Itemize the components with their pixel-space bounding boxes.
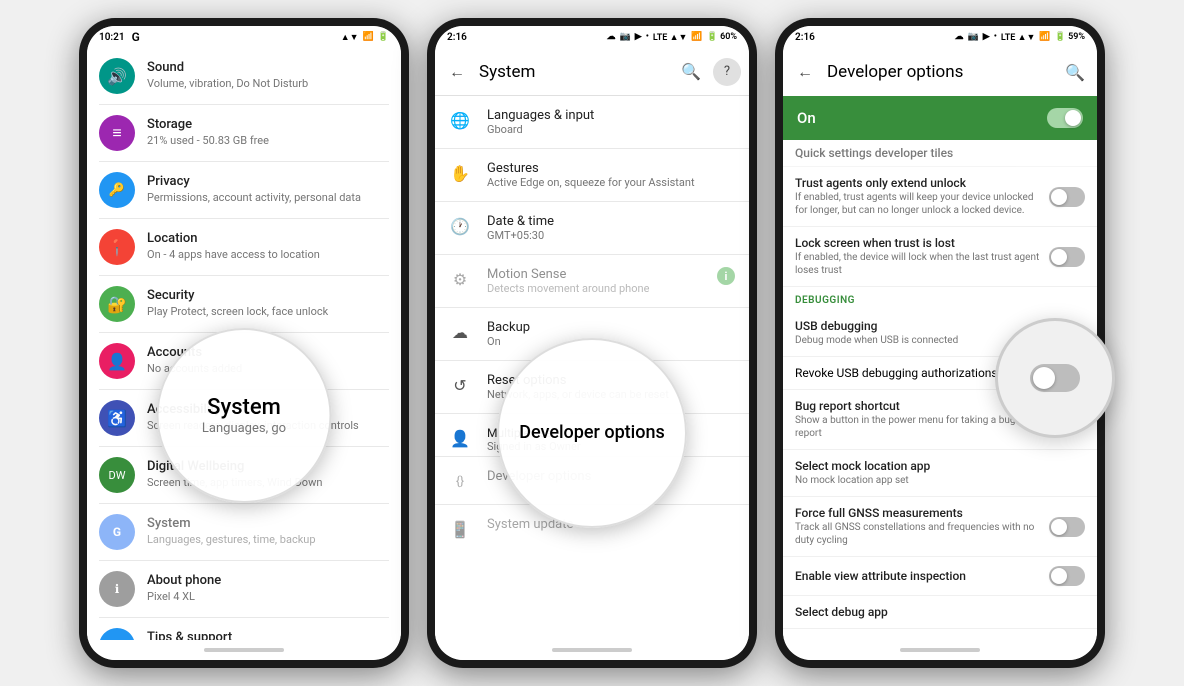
motion-sense-icon: ⚙ [449,268,471,290]
setting-privacy[interactable]: 🔑 Privacy Permissions, account activity,… [87,162,401,218]
dev-item-debug-app[interactable]: Select debug app [783,596,1097,629]
nav-pill-3 [900,648,980,652]
phone-3: 2:16 ☁ 📷 ▶ • LTE ▲▼ 📶 🔋 59% ← Developer … [775,18,1105,668]
phone-2-nav [435,640,749,660]
status-time-2: 2:16 [447,32,467,43]
about-icon: ℹ [99,571,135,607]
dev-on-toggle[interactable] [1047,108,1083,128]
setting-system[interactable]: G System Languages, gestures, time, back… [87,504,401,560]
privacy-icon: 🔑 [99,172,135,208]
search-button-2[interactable]: 🔍 [677,58,705,86]
phone-1-nav [87,640,401,660]
ph2-gestures[interactable]: ✋ Gestures Active Edge on, squeeze for y… [435,149,749,201]
dev-on-label: On [797,109,816,127]
accessibility-icon: ♿ [99,400,135,436]
security-icon: 🔐 [99,286,135,322]
status-icons-1: ▲▼ 📶 🔋 [341,32,389,43]
dev-item-lock-screen-trust[interactable]: Lock screen when trust is lost If enable… [783,227,1097,287]
search-button-3[interactable]: 🔍 [1061,58,1089,86]
ph2-languages[interactable]: 🌐 Languages & input Gboard [435,96,749,148]
usb-toggle-circle-overlay [995,318,1115,438]
circle-title-1: System [207,395,281,421]
users-icon: 👤 [449,427,471,449]
gnss-toggle[interactable] [1049,517,1085,537]
system-circle-overlay: System Languages, go [157,328,332,503]
help-button-2[interactable]: ? [713,58,741,86]
google-logo: G [132,30,140,44]
setting-security[interactable]: 🔐 Security Play Protect, screen lock, fa… [87,276,401,332]
back-button-3[interactable]: ← [791,58,819,86]
circle-title-2: Developer options [509,422,675,444]
location-icon: 📍 [99,229,135,265]
setting-sound[interactable]: 🔊 Sound Volume, vibration, Do Not Distur… [87,48,401,104]
setting-tips[interactable]: ? Tips & support Help articles, phone & … [87,618,401,640]
backup-icon: ☁ [449,321,471,343]
info-badge: i [717,267,735,285]
reset-icon: ↺ [449,374,471,396]
usb-toggle-in-circle[interactable] [1030,364,1080,392]
lock-screen-trust-toggle[interactable] [1049,247,1085,267]
tips-icon: ? [99,628,135,640]
status-icons-2: ☁ 📷 ▶ • LTE ▲▼ 📶 🔋 60% [607,32,737,43]
developer-options-circle-overlay: Developer options [497,338,687,528]
dev-options-icon: {} [449,470,471,492]
back-button-2[interactable]: ← [443,58,471,86]
circle-subtitle-1: Languages, go [202,421,286,436]
phone-3-status-bar: 2:16 ☁ 📷 ▶ • LTE ▲▼ 📶 🔋 59% [783,26,1097,48]
setting-about-phone[interactable]: ℹ About phone Pixel 4 XL [87,561,401,617]
accounts-icon: 👤 [99,343,135,379]
datetime-icon: 🕐 [449,215,471,237]
nav-pill-2 [552,648,632,652]
setting-storage[interactable]: ≡ Storage 21% used - 50.83 GB free [87,105,401,161]
languages-icon: 🌐 [449,109,471,131]
ph2-motion-sense[interactable]: ⚙ Motion Sense Detects movement around p… [435,255,749,307]
dev-on-bar: On [783,96,1097,140]
dev-item-gnss[interactable]: Force full GNSS measurements Track all G… [783,497,1097,557]
dev-item-trust-agents[interactable]: Trust agents only extend unlock If enabl… [783,167,1097,227]
sound-icon: 🔊 [99,58,135,94]
topbar-title-2: System [479,62,669,82]
debugging-section-label: DEBUGGING [783,287,1097,310]
phone-2: 2:16 ☁ 📷 ▶ • LTE ▲▼ 📶 🔋 60% ← System 🔍 ? [427,18,757,668]
phone-2-topbar: ← System 🔍 ? [435,48,749,96]
dev-item-mock-location[interactable]: Select mock location app No mock locatio… [783,450,1097,497]
phone-2-status-bar: 2:16 ☁ 📷 ▶ • LTE ▲▼ 📶 🔋 60% [435,26,749,48]
toggle-thumb-on [1065,110,1081,126]
ph2-datetime[interactable]: 🕐 Date & time GMT+05:30 [435,202,749,254]
phone-1-status-bar: 10:21 G ▲▼ 📶 🔋 [87,26,401,48]
setting-location[interactable]: 📍 Location On - 4 apps have access to lo… [87,219,401,275]
system-update-icon: 📱 [449,518,471,540]
status-time-3: 2:16 [795,32,815,43]
status-icons-3: ☁ 📷 ▶ • LTE ▲▼ 📶 🔋 59% [955,32,1085,43]
dev-item-quick-settings[interactable]: Quick settings developer tiles [783,140,1097,167]
trust-agents-toggle[interactable] [1049,187,1085,207]
digital-wellbeing-icon: DW [99,457,135,493]
nav-pill [204,648,284,652]
gestures-icon: ✋ [449,162,471,184]
status-time-1: 10:21 G [99,30,140,44]
dev-item-view-attr[interactable]: Enable view attribute inspection [783,557,1097,596]
view-attr-toggle[interactable] [1049,566,1085,586]
dev-header-title: Developer options [827,62,1053,82]
storage-icon: ≡ [99,115,135,151]
phone-3-header: ← Developer options 🔍 [783,48,1097,96]
system-icon: G [99,514,135,550]
phone-3-nav [783,640,1097,660]
phone-1: 10:21 G ▲▼ 📶 🔋 🔊 Sound Volume, vibration… [79,18,409,668]
